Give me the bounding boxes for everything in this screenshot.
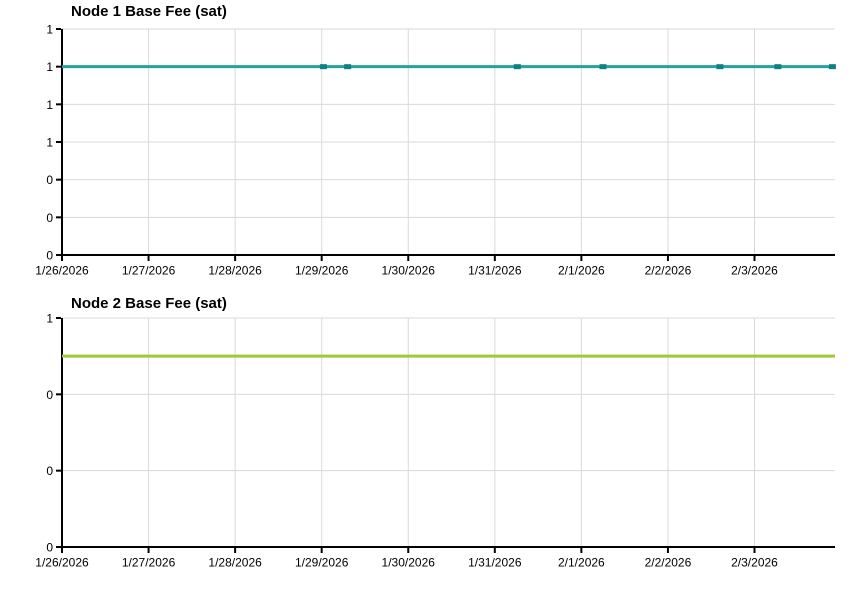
data-point-marker [599, 64, 607, 70]
x-tick-label: 2/2/2026 [645, 556, 692, 570]
data-point-marker [828, 64, 836, 70]
x-tick-label: 1/28/2026 [208, 264, 262, 278]
y-tick-label: 1 [46, 136, 53, 150]
y-tick-label: 1 [46, 23, 53, 37]
y-tick-label: 0 [46, 464, 53, 478]
y-tick-label: 0 [46, 173, 53, 187]
x-tick-label: 1/31/2026 [468, 264, 522, 278]
data-point-marker [513, 64, 521, 70]
data-point-marker [716, 64, 724, 70]
chart-node-1-base-fee: 0 0 0 1 1 1 1 1/26/2026 1/27/2026 1/28/2026 1/29/2… [0, 0, 860, 290]
x-tick-label: 1/29/2026 [295, 556, 349, 570]
y-tick-label: 1 [46, 60, 53, 74]
data-point-marker [344, 64, 352, 70]
y-tick-label: 0 [46, 388, 53, 402]
base-fee-dashboard: 0 0 0 1 1 1 1 1/26/2026 1/27/2026 1/28/2026 1/29/2… [0, 0, 860, 600]
x-tick-label: 1/30/2026 [382, 264, 436, 278]
chart-2-canvas: 0 0 0 1 1/26/2026 1/27/2026 1/28/2026 1/29/2026… [35, 312, 835, 570]
y-tick-label: 0 [46, 211, 53, 225]
x-tick-label: 1/27/2026 [122, 264, 176, 278]
y-tick-label: 1 [46, 312, 53, 326]
data-point-marker [319, 64, 327, 70]
y-tick-label: 1 [46, 98, 53, 112]
x-tick-label: 1/28/2026 [208, 556, 262, 570]
chart-node-2-base-fee: 0 0 0 1 1/26/2026 1/27/2026 1/28/2026 1/29/2026… [0, 290, 860, 600]
x-tick-label: 2/3/2026 [731, 264, 778, 278]
x-tick-label: 1/27/2026 [122, 556, 176, 570]
chart-1-canvas: 0 0 0 1 1 1 1 1/26/2026 1/27/2026 1/28/2026 1/29/2… [35, 23, 836, 278]
x-tick-label: 1/26/2026 [35, 556, 89, 570]
x-tick-label: 1/29/2026 [295, 264, 349, 278]
x-tick-label: 2/1/2026 [558, 264, 605, 278]
chart-2-title: Node 2 Base Fee (sat) [71, 295, 227, 312]
data-point-marker [774, 64, 782, 70]
x-tick-label: 1/26/2026 [35, 264, 89, 278]
chart-1-title: Node 1 Base Fee (sat) [71, 3, 227, 20]
y-tick-label: 0 [46, 249, 53, 263]
x-tick-label: 2/3/2026 [731, 556, 778, 570]
x-tick-label: 2/2/2026 [645, 264, 692, 278]
x-tick-label: 1/31/2026 [468, 556, 522, 570]
x-tick-label: 1/30/2026 [382, 556, 436, 570]
x-tick-label: 2/1/2026 [558, 556, 605, 570]
y-tick-label: 0 [46, 541, 53, 555]
